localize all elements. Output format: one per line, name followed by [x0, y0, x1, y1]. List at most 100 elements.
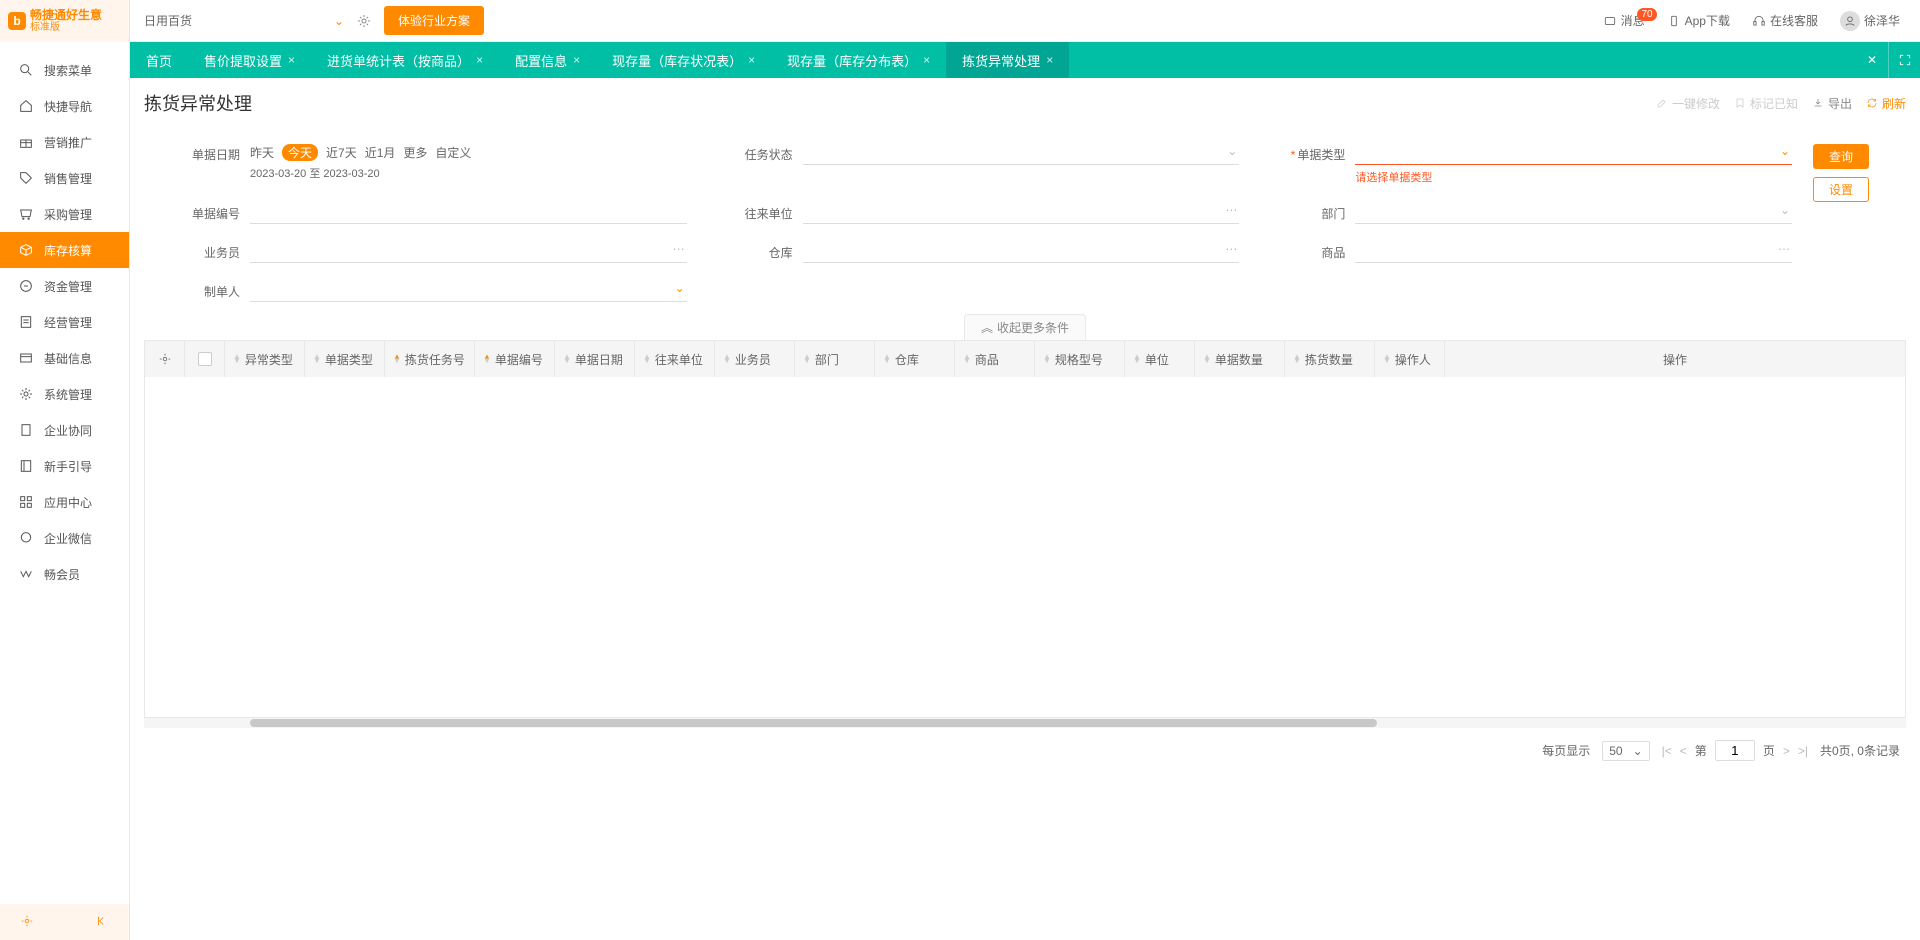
col-bill-qty[interactable]: ▲▼单据数量 — [1195, 341, 1285, 377]
table-settings-button[interactable] — [145, 341, 185, 377]
tenant-selector[interactable]: 日用百货 ⌄ — [144, 12, 344, 29]
sidebar-item-marketing[interactable]: 营销推广 — [0, 124, 129, 160]
tab-config[interactable]: 配置信息× — [499, 42, 596, 78]
sidebar-item-funds[interactable]: 资金管理 — [0, 268, 129, 304]
select-all-checkbox[interactable] — [185, 341, 225, 377]
close-all-tabs-button[interactable]: ✕ — [1856, 42, 1888, 78]
bill-type-select[interactable] — [1355, 144, 1792, 165]
sidebar-item-appstore[interactable]: 应用中心 — [0, 484, 129, 520]
mark-known-button[interactable]: 标记已知 — [1734, 95, 1798, 112]
more-icon[interactable]: ⋯ — [673, 242, 685, 256]
filter-settings-button[interactable]: 设置 — [1813, 177, 1869, 202]
next-page-button[interactable]: > — [1783, 744, 1790, 758]
prev-page-button[interactable]: < — [1680, 744, 1687, 758]
close-icon[interactable]: × — [748, 53, 755, 67]
product-input[interactable] — [1355, 242, 1792, 263]
date-shortcut-7d[interactable]: 近7天 — [326, 144, 357, 161]
sidebar-item-biz[interactable]: 经营管理 — [0, 304, 129, 340]
col-bill-type[interactable]: ▲▼单据类型 — [305, 341, 385, 377]
settings-icon[interactable] — [20, 914, 34, 931]
tab-stock-dist[interactable]: 现存量（库存分布表）× — [771, 42, 946, 78]
chevron-down-icon[interactable]: ⌄ — [1780, 203, 1790, 217]
date-shortcut-today[interactable]: 今天 — [282, 144, 318, 161]
tab-stock-status[interactable]: 现存量（库存状况表）× — [596, 42, 771, 78]
app-download-button[interactable]: App下载 — [1661, 12, 1736, 29]
partner-input[interactable] — [803, 203, 1240, 224]
sidebar-item-guide[interactable]: 新手引导 — [0, 448, 129, 484]
tab-price-extract[interactable]: 售价提取设置× — [188, 42, 311, 78]
page-number-input[interactable] — [1715, 740, 1755, 761]
date-shortcut-yesterday[interactable]: 昨天 — [250, 144, 274, 161]
horizontal-scrollbar[interactable] — [144, 718, 1906, 728]
fullscreen-button[interactable] — [1888, 42, 1920, 78]
search-icon — [18, 62, 34, 78]
sidebar-item-quicknav[interactable]: 快捷导航 — [0, 88, 129, 124]
task-status-select[interactable] — [803, 144, 1240, 165]
grid-icon — [18, 494, 34, 510]
cta-button[interactable]: 体验行业方案 — [384, 6, 484, 35]
col-bill-date[interactable]: ▲▼单据日期 — [555, 341, 635, 377]
tenant-settings-button[interactable] — [354, 11, 374, 31]
more-icon[interactable]: ⋯ — [1225, 242, 1237, 256]
close-icon[interactable]: × — [573, 53, 580, 67]
date-shortcut-1m[interactable]: 近1月 — [365, 144, 396, 161]
sidebar-item-coop[interactable]: 企业协同 — [0, 412, 129, 448]
sidebar-item-basic[interactable]: 基础信息 — [0, 340, 129, 376]
sidebar-item-wecom[interactable]: 企业微信 — [0, 520, 129, 556]
first-page-button[interactable]: |< — [1662, 744, 1672, 758]
date-shortcut-custom[interactable]: 自定义 — [435, 144, 471, 161]
department-select[interactable] — [1355, 203, 1792, 224]
col-department[interactable]: ▲▼部门 — [795, 341, 875, 377]
user-menu[interactable]: 徐泽华 — [1834, 11, 1906, 31]
close-icon[interactable]: × — [476, 53, 483, 67]
tab-picking-exception[interactable]: 拣货异常处理× — [946, 42, 1069, 78]
col-bill-no[interactable]: ▲▼单据编号 — [475, 341, 555, 377]
chevron-down-icon[interactable]: ⌄ — [1780, 144, 1790, 158]
col-partner[interactable]: ▲▼往来单位 — [635, 341, 715, 377]
col-pick-qty[interactable]: ▲▼拣货数量 — [1285, 341, 1375, 377]
messages-badge: 70 — [1637, 8, 1656, 21]
batch-edit-button[interactable]: 一键修改 — [1656, 95, 1720, 112]
col-exception-type[interactable]: ▲▼异常类型 — [225, 341, 305, 377]
tab-home[interactable]: 首页 — [130, 42, 188, 78]
sidebar-item-purchase[interactable]: 采购管理 — [0, 196, 129, 232]
export-button[interactable]: 导出 — [1812, 95, 1852, 112]
col-task-no[interactable]: ▲▼拣货任务号 — [385, 341, 475, 377]
last-page-button[interactable]: >| — [1798, 744, 1808, 758]
col-spec[interactable]: ▲▼规格型号 — [1035, 341, 1125, 377]
scrollbar-thumb[interactable] — [250, 719, 1378, 727]
sidebar-item-inventory[interactable]: 库存核算 — [0, 232, 129, 268]
col-operator[interactable]: ▲▼操作人 — [1375, 341, 1445, 377]
bill-no-input[interactable] — [250, 203, 687, 224]
tab-purchase-stats[interactable]: 进货单统计表（按商品）× — [311, 42, 499, 78]
col-warehouse[interactable]: ▲▼仓库 — [875, 341, 955, 377]
col-unit[interactable]: ▲▼单位 — [1125, 341, 1195, 377]
sidebar-item-member[interactable]: 畅会员 — [0, 556, 129, 592]
support-button[interactable]: 在线客服 — [1746, 12, 1824, 29]
query-button[interactable]: 查询 — [1813, 144, 1869, 169]
salesman-input[interactable] — [250, 242, 687, 263]
warehouse-input[interactable] — [803, 242, 1240, 263]
close-icon[interactable]: × — [288, 53, 295, 67]
chevron-down-icon[interactable]: ⌄ — [675, 281, 685, 295]
more-icon[interactable]: ⋯ — [1225, 203, 1237, 217]
sort-icon: ▲▼ — [1043, 355, 1051, 363]
close-icon[interactable]: × — [1046, 53, 1053, 67]
page-size-select[interactable]: 50 ⌄ — [1602, 741, 1649, 761]
collapse-sidebar-icon[interactable] — [95, 914, 109, 931]
sidebar-item-search[interactable]: 搜索菜单 — [0, 52, 129, 88]
col-salesman[interactable]: ▲▼业务员 — [715, 341, 795, 377]
messages-button[interactable]: 消息 70 — [1597, 12, 1651, 29]
collapse-filters-button[interactable]: ︽ 收起更多条件 — [964, 314, 1086, 340]
close-icon[interactable]: × — [923, 53, 930, 67]
sidebar-item-sales[interactable]: 销售管理 — [0, 160, 129, 196]
chevron-down-icon[interactable]: ⌄ — [1227, 144, 1237, 158]
creator-select[interactable] — [250, 281, 687, 302]
filter-warehouse: 仓库 ⋯ — [727, 242, 1240, 263]
refresh-button[interactable]: 刷新 — [1866, 95, 1906, 112]
date-shortcut-more[interactable]: 更多 — [403, 144, 427, 161]
more-icon[interactable]: ⋯ — [1778, 242, 1790, 256]
filter-partner: 往来单位 ⋯ — [727, 203, 1240, 224]
sidebar-item-system[interactable]: 系统管理 — [0, 376, 129, 412]
col-product[interactable]: ▲▼商品 — [955, 341, 1035, 377]
